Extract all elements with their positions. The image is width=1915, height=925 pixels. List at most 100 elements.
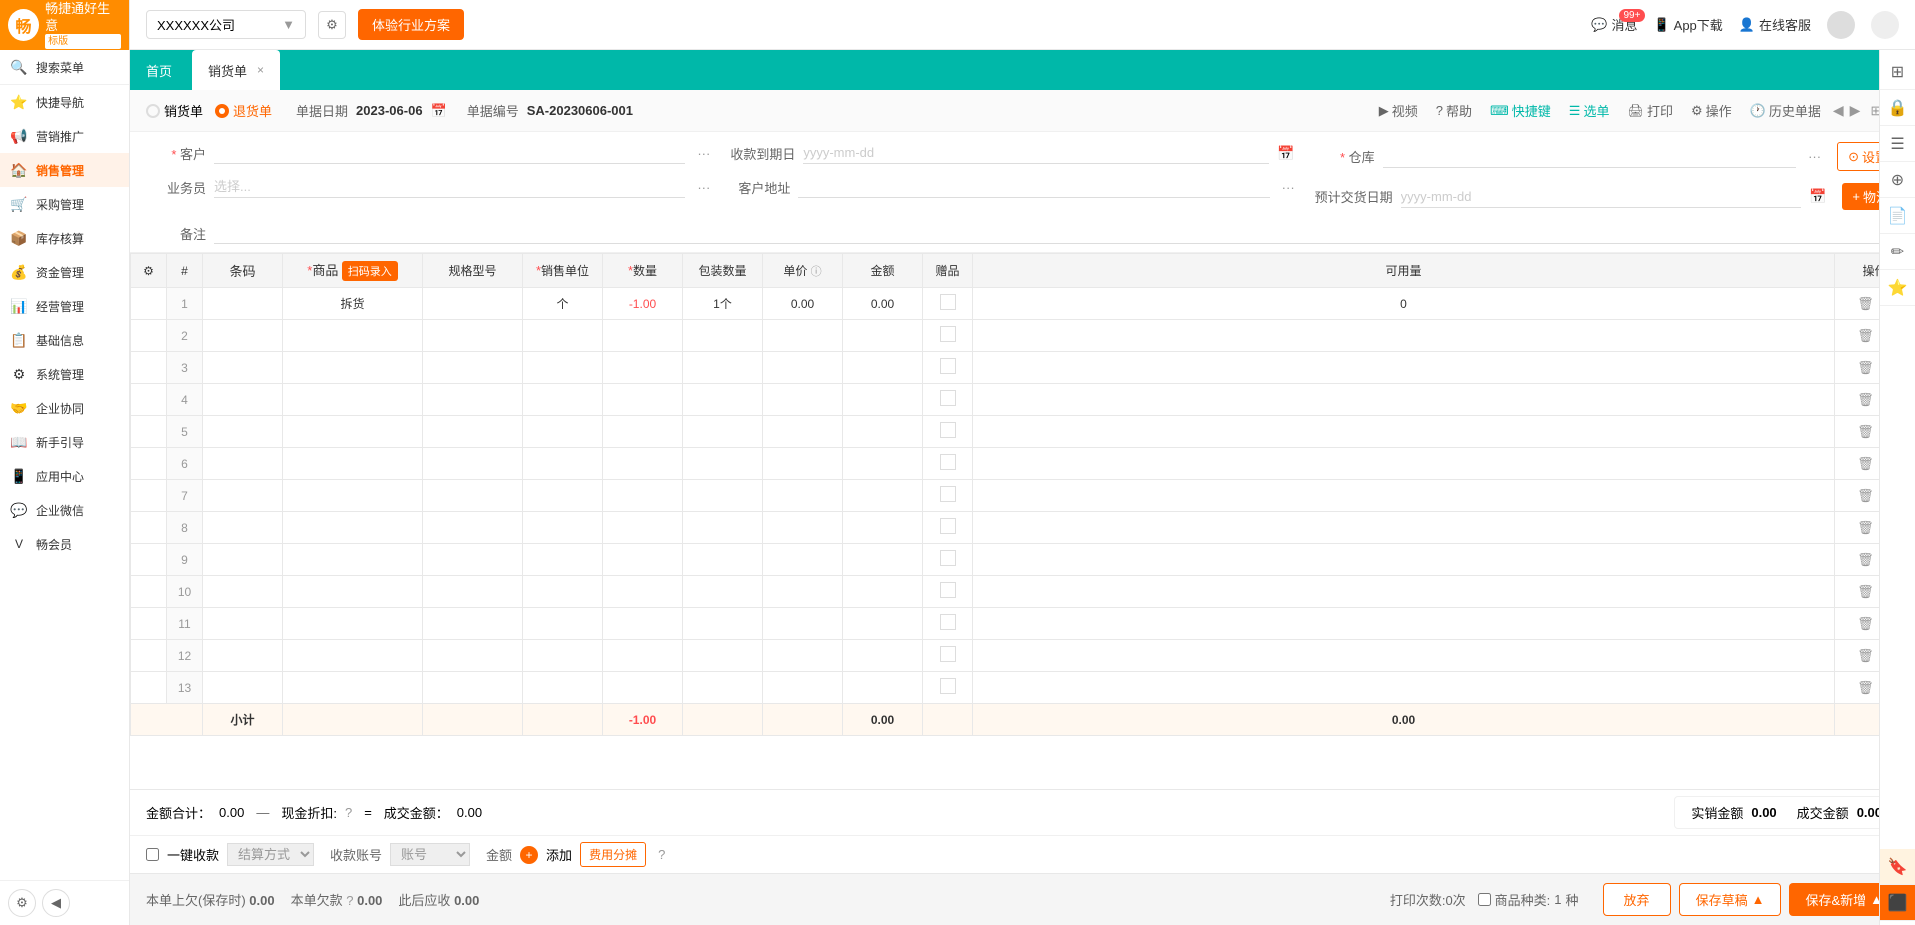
customer-input[interactable]: [214, 142, 685, 164]
operate-btn[interactable]: ⚙ 操作: [1685, 98, 1738, 123]
row-spec-cell[interactable]: [423, 544, 523, 576]
sidebar-item-beginner[interactable]: 📖 新手引导: [0, 425, 129, 459]
product-types-checkbox[interactable]: [1478, 893, 1491, 906]
row-amount-cell[interactable]: [843, 640, 923, 672]
row-qty-cell[interactable]: [603, 672, 683, 704]
online-service-button[interactable]: 👤 在线客服: [1739, 15, 1811, 34]
row-pkg-qty-cell[interactable]: [683, 384, 763, 416]
row-price-cell[interactable]: [763, 416, 843, 448]
gift-checkbox[interactable]: [940, 358, 956, 374]
row-amount-cell[interactable]: [843, 384, 923, 416]
sidebar-item-finance[interactable]: 💰 资金管理: [0, 255, 129, 289]
row-amount-cell[interactable]: [843, 320, 923, 352]
gift-checkbox[interactable]: [940, 614, 956, 630]
right-panel-plus-icon[interactable]: ⊕: [1880, 162, 1915, 198]
radio-sale[interactable]: 销货单: [146, 101, 203, 120]
row-pkg-qty-cell[interactable]: [683, 544, 763, 576]
row-barcode-cell[interactable]: [203, 416, 283, 448]
row-spec-cell[interactable]: [423, 288, 523, 320]
row-gift-cell[interactable]: [923, 480, 973, 512]
sidebar-item-quick-nav[interactable]: ⭐ 快捷导航: [0, 85, 129, 119]
row-pkg-qty-cell[interactable]: 1个: [683, 288, 763, 320]
gift-checkbox[interactable]: [940, 582, 956, 598]
save-draft-button[interactable]: 保存草稿 ▲: [1679, 883, 1782, 916]
gift-checkbox[interactable]: [940, 646, 956, 662]
right-panel-list-icon[interactable]: ☰: [1880, 126, 1915, 162]
row-barcode-cell[interactable]: [203, 384, 283, 416]
col-qty-header[interactable]: *数量: [603, 254, 683, 288]
row-unit-cell[interactable]: 个: [523, 288, 603, 320]
row-amount-cell[interactable]: [843, 352, 923, 384]
row-delete-icon[interactable]: 🗑: [1857, 552, 1874, 567]
row-amount-cell[interactable]: [843, 672, 923, 704]
gift-checkbox[interactable]: [940, 486, 956, 502]
row-price-cell[interactable]: [763, 672, 843, 704]
tab-close-icon[interactable]: ×: [257, 63, 264, 77]
row-price-cell[interactable]: [763, 384, 843, 416]
user-avatar-2[interactable]: [1871, 11, 1899, 39]
row-delete-icon[interactable]: 🗑: [1857, 488, 1874, 503]
gift-checkbox[interactable]: [940, 422, 956, 438]
sidebar-settings-btn[interactable]: ⚙: [8, 889, 36, 917]
row-gift-cell[interactable]: [923, 320, 973, 352]
row-price-cell[interactable]: [763, 480, 843, 512]
sidebar-item-purchase[interactable]: 🛒 采购管理: [0, 187, 129, 221]
calendar-icon[interactable]: 📅: [431, 103, 447, 119]
row-price-cell[interactable]: [763, 608, 843, 640]
col-product-header[interactable]: *商品 扫码录入: [283, 254, 423, 288]
row-price-cell[interactable]: [763, 352, 843, 384]
due-date-input[interactable]: [803, 142, 1269, 164]
row-qty-cell[interactable]: [603, 640, 683, 672]
row-price-cell[interactable]: [763, 640, 843, 672]
row-qty-cell[interactable]: [603, 352, 683, 384]
row-unit-cell[interactable]: [523, 352, 603, 384]
row-amount-cell[interactable]: 0.00: [843, 288, 923, 320]
salesperson-input[interactable]: [214, 176, 685, 198]
row-delete-icon[interactable]: 🗑: [1857, 360, 1874, 375]
row-unit-cell[interactable]: [523, 576, 603, 608]
price-info-icon[interactable]: ⓘ: [811, 266, 822, 278]
row-qty-cell[interactable]: [603, 512, 683, 544]
row-pkg-qty-cell[interactable]: [683, 512, 763, 544]
row-unit-cell[interactable]: [523, 480, 603, 512]
gift-checkbox[interactable]: [940, 294, 956, 310]
row-product-cell[interactable]: [283, 320, 423, 352]
print-btn[interactable]: 🖨 打印: [1621, 98, 1679, 123]
row-gift-cell[interactable]: [923, 576, 973, 608]
row-price-cell[interactable]: 0.00: [763, 288, 843, 320]
row-pkg-qty-cell[interactable]: [683, 416, 763, 448]
row-barcode-cell[interactable]: [203, 480, 283, 512]
trial-button[interactable]: 体验行业方案: [358, 9, 464, 40]
row-delete-icon[interactable]: 🗑: [1857, 456, 1874, 471]
tab-home[interactable]: 首页: [130, 50, 188, 90]
select-btn[interactable]: ☰ 选单: [1563, 98, 1616, 123]
col-spec-header[interactable]: 规格型号: [423, 254, 523, 288]
row-amount-cell[interactable]: [843, 512, 923, 544]
expense-help-icon[interactable]: ?: [658, 847, 665, 862]
radio-return[interactable]: 退货单: [215, 101, 272, 120]
row-barcode-cell[interactable]: [203, 352, 283, 384]
row-gift-cell[interactable]: [923, 544, 973, 576]
row-product-cell[interactable]: [283, 512, 423, 544]
row-unit-cell[interactable]: [523, 384, 603, 416]
col-pkg-qty-header[interactable]: 包装数量: [683, 254, 763, 288]
row-unit-cell[interactable]: [523, 448, 603, 480]
due-date-calendar-icon[interactable]: 📅: [1277, 145, 1294, 162]
scan-btn[interactable]: 扫码录入: [342, 261, 398, 281]
payment-method-select[interactable]: 结算方式: [227, 843, 314, 866]
row-spec-cell[interactable]: [423, 352, 523, 384]
sidebar-item-member[interactable]: V 畅会员: [0, 527, 129, 561]
row-barcode-cell[interactable]: [203, 608, 283, 640]
right-panel-edit-icon[interactable]: ✏: [1880, 234, 1915, 270]
warehouse-lookup-icon[interactable]: ···: [1808, 149, 1821, 164]
row-unit-cell[interactable]: [523, 672, 603, 704]
row-product-cell[interactable]: [283, 416, 423, 448]
row-delete-icon[interactable]: 🗑: [1857, 584, 1874, 599]
row-qty-cell[interactable]: [603, 448, 683, 480]
video-btn[interactable]: ▶ 视频: [1373, 98, 1424, 123]
row-product-cell[interactable]: [283, 448, 423, 480]
addr-lookup-icon[interactable]: ···: [1282, 180, 1295, 195]
gift-checkbox[interactable]: [940, 550, 956, 566]
sidebar-item-wechat[interactable]: 💬 企业微信: [0, 493, 129, 527]
remarks-input[interactable]: [214, 222, 1899, 244]
